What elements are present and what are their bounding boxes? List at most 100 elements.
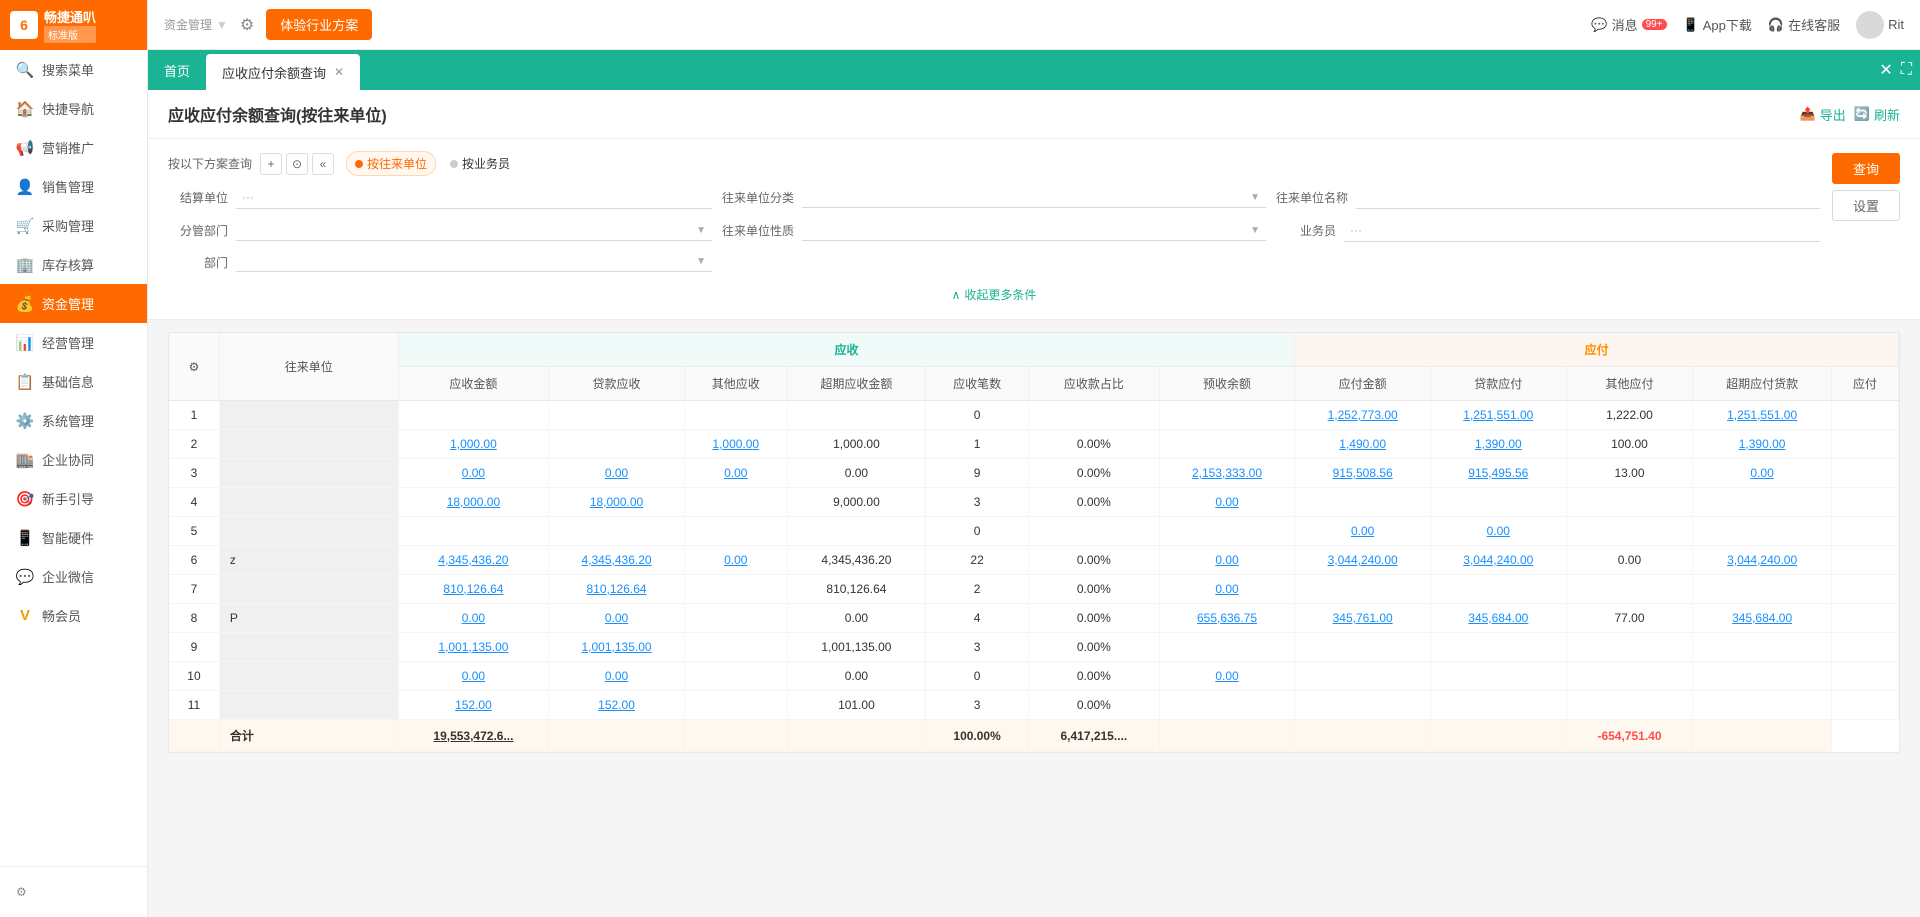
- table-cell[interactable]: 0.00: [549, 662, 685, 691]
- online-service-btn[interactable]: 🎧 在线客服: [1768, 15, 1840, 34]
- table-cell[interactable]: 18,000.00: [398, 488, 549, 517]
- table-cell[interactable]: 1,001,135.00: [398, 633, 549, 662]
- table-cell[interactable]: 1,490.00: [1295, 430, 1431, 459]
- dept-select[interactable]: ▼: [236, 221, 712, 241]
- export-button[interactable]: 📤 导出: [1800, 105, 1846, 124]
- salesperson-row: 业务员 ···: [1276, 219, 1820, 242]
- table-cell[interactable]: 0.00: [398, 662, 549, 691]
- table-cell[interactable]: 1,251,551.00: [1693, 401, 1832, 430]
- table-cell[interactable]: 0.00: [398, 459, 549, 488]
- table-cell[interactable]: 3,044,240.00: [1430, 546, 1566, 575]
- sidebar-item-basic-info[interactable]: 📋 基础信息: [0, 362, 147, 401]
- table-cell[interactable]: 810,126.64: [398, 575, 549, 604]
- sidebar-item-wechat[interactable]: 💬 企业微信: [0, 557, 147, 596]
- table-cell[interactable]: 1,000.00: [684, 430, 787, 459]
- collapse-scheme-btn[interactable]: «: [312, 153, 334, 175]
- sidebar-item-guide[interactable]: 🎯 新手引导: [0, 479, 147, 518]
- sidebar-item-vip[interactable]: V 畅会员: [0, 596, 147, 635]
- table-cell[interactable]: 152.00: [549, 691, 685, 720]
- collapse-button[interactable]: ∧ 收起更多条件: [940, 282, 1049, 307]
- table-cell[interactable]: 810,126.64: [549, 575, 685, 604]
- main-content: 资金管理 ▼ ⚙ 体验行业方案 💬 消息 99+ 📱 App下载 🎧 在线客服 …: [148, 0, 1920, 917]
- table-cell[interactable]: 915,495.56: [1430, 459, 1566, 488]
- department-select[interactable]: ▼: [236, 252, 712, 272]
- table-cell[interactable]: 4,345,436.20: [549, 546, 685, 575]
- table-cell: 10: [169, 662, 219, 691]
- user-profile[interactable]: Rit: [1856, 11, 1904, 39]
- table-cell[interactable]: 0.00: [684, 459, 787, 488]
- footer-ar-total[interactable]: 19,553,472.6...: [398, 720, 549, 752]
- settlement-unit-input[interactable]: ···: [236, 186, 712, 209]
- table-cell[interactable]: 0.00: [1159, 575, 1295, 604]
- table-cell[interactable]: 345,684.00: [1693, 604, 1832, 633]
- salesperson-input[interactable]: ···: [1344, 219, 1820, 242]
- tab-home[interactable]: 首页: [148, 50, 206, 90]
- table-cell[interactable]: 0.00: [1430, 517, 1566, 546]
- counterparty-name-input[interactable]: [1356, 186, 1820, 209]
- nav-by-salesperson[interactable]: 按业务员: [442, 152, 518, 175]
- table-cell[interactable]: 1,390.00: [1693, 430, 1832, 459]
- sidebar-item-quick-nav[interactable]: 🏠 快捷导航: [0, 89, 147, 128]
- table-cell[interactable]: 0.00: [1295, 517, 1431, 546]
- query-button[interactable]: 查询: [1832, 153, 1900, 184]
- footer-empty-3: [684, 720, 787, 752]
- topbar-settings-icon[interactable]: ⚙: [240, 15, 254, 35]
- tab-close-window-icon[interactable]: ✕: [1879, 60, 1892, 80]
- sidebar-item-purchase[interactable]: 🛒 采购管理: [0, 206, 147, 245]
- promo-button[interactable]: 体验行业方案: [266, 9, 372, 40]
- table-cell: [1831, 459, 1898, 488]
- table-cell: [1295, 575, 1431, 604]
- table-cell[interactable]: 4,345,436.20: [398, 546, 549, 575]
- table-cell[interactable]: 1,000.00: [398, 430, 549, 459]
- table-cell[interactable]: 2,153,333.00: [1159, 459, 1295, 488]
- table-cell[interactable]: 345,761.00: [1295, 604, 1431, 633]
- th-settings[interactable]: ⚙: [169, 333, 219, 401]
- add-scheme-btn[interactable]: +: [260, 153, 282, 175]
- sidebar-item-search[interactable]: 🔍 搜索菜单: [0, 50, 147, 89]
- sidebar-item-smart-hw[interactable]: 📱 智能硬件: [0, 518, 147, 557]
- table-cell[interactable]: 0.00: [1159, 488, 1295, 517]
- sidebar-item-inventory[interactable]: 🏢 库存核算: [0, 245, 147, 284]
- counterparty-nature-select[interactable]: ▼: [802, 221, 1266, 241]
- table-cell[interactable]: 0.00: [398, 604, 549, 633]
- sidebar-settings-btn[interactable]: ⚙: [0, 877, 147, 907]
- table-cell[interactable]: 0.00: [549, 604, 685, 633]
- table-cell[interactable]: 345,684.00: [1430, 604, 1566, 633]
- table-cell[interactable]: 1,251,551.00: [1430, 401, 1566, 430]
- sidebar-item-operations[interactable]: 📊 经营管理: [0, 323, 147, 362]
- table-cell[interactable]: 915,508.56: [1295, 459, 1431, 488]
- table-cell: [1831, 575, 1898, 604]
- table-cell[interactable]: 3,044,240.00: [1693, 546, 1832, 575]
- tab-maximize-icon[interactable]: ⛶: [1901, 61, 1912, 79]
- counterparty-category-select[interactable]: ▼: [802, 188, 1266, 208]
- message-btn[interactable]: 💬 消息 99+: [1591, 15, 1666, 34]
- sidebar-item-system[interactable]: ⚙️ 系统管理: [0, 401, 147, 440]
- table-cell[interactable]: 0.00: [1693, 459, 1832, 488]
- table-cell[interactable]: 1,252,773.00: [1295, 401, 1431, 430]
- edit-scheme-btn[interactable]: ⊙: [286, 153, 308, 175]
- nav-by-unit[interactable]: 按往来单位: [346, 151, 436, 176]
- sidebar-item-finance[interactable]: 💰 资金管理: [0, 284, 147, 323]
- app-download-btn[interactable]: 📱 App下载: [1683, 15, 1752, 34]
- table-cell[interactable]: 0.00: [549, 459, 685, 488]
- table-cell: 0.00%: [1029, 633, 1160, 662]
- sidebar-item-marketing[interactable]: 📢 营销推广: [0, 128, 147, 167]
- username: Rit: [1888, 17, 1904, 32]
- table-cell[interactable]: 0.00: [684, 546, 787, 575]
- sidebar-item-sales[interactable]: 👤 销售管理: [0, 167, 147, 206]
- table-cell[interactable]: 152.00: [398, 691, 549, 720]
- table-cell[interactable]: 1,390.00: [1430, 430, 1566, 459]
- table-cell: 1,222.00: [1566, 401, 1693, 430]
- refresh-button[interactable]: 🔄 刷新: [1854, 105, 1900, 124]
- salesperson-label: 业务员: [1276, 222, 1336, 239]
- table-cell[interactable]: 1,001,135.00: [549, 633, 685, 662]
- table-cell[interactable]: 18,000.00: [549, 488, 685, 517]
- table-cell[interactable]: 3,044,240.00: [1295, 546, 1431, 575]
- tab-ar-ap[interactable]: 应收应付余额查询 ✕: [206, 54, 360, 90]
- tab-close-icon[interactable]: ✕: [334, 65, 344, 79]
- sidebar-item-enterprise[interactable]: 🏬 企业协同: [0, 440, 147, 479]
- table-cell[interactable]: 0.00: [1159, 546, 1295, 575]
- settings-button[interactable]: 设置: [1832, 190, 1900, 221]
- table-cell[interactable]: 655,636.75: [1159, 604, 1295, 633]
- table-cell[interactable]: 0.00: [1159, 662, 1295, 691]
